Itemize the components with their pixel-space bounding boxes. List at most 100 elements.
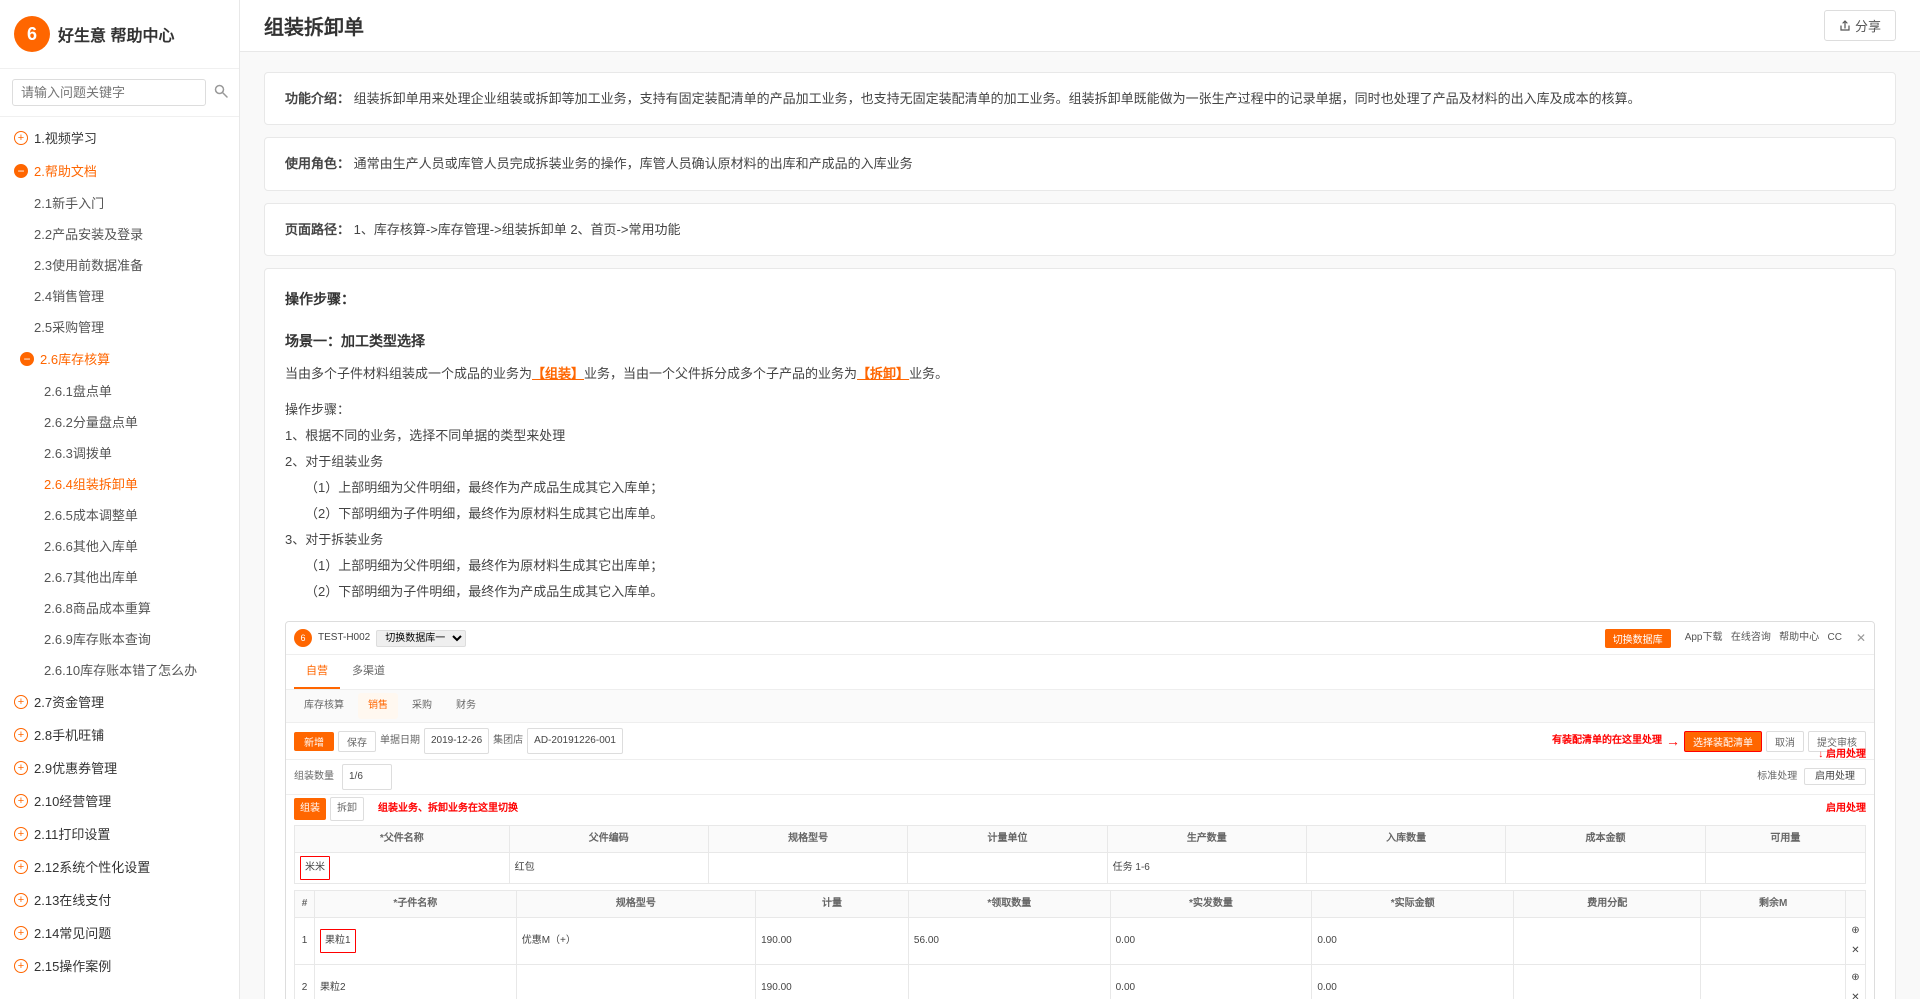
cell-take-2 [908, 965, 1110, 999]
top-bar: 组装拆卸单 分享 [240, 0, 1920, 52]
cell-actual-2: 0.00 [1110, 965, 1312, 999]
sidebar-item-2.6.2[interactable]: 2.6.2分量盘点单 [0, 406, 239, 437]
sidebar-item-cases[interactable]: + 2.15操作案例 [0, 949, 239, 982]
col-cost-dist: 费用分配 [1514, 891, 1701, 918]
screenshot-org-select[interactable]: 切换数据库一 [376, 630, 466, 647]
sidebar-item-faq[interactable]: + 2.14常见问题 [0, 916, 239, 949]
screenshot-sub-nav-purchase[interactable]: 采购 [402, 693, 442, 719]
sidebar-item-video[interactable]: + 1.视频学习 [0, 121, 239, 154]
role-label: 使用角色： [285, 156, 350, 171]
screenshot-btn-new[interactable]: 新增 [294, 732, 334, 751]
logo-area: 6 好生意 帮助中心 [0, 0, 239, 69]
sidebar-item-data[interactable]: 2.3使用前数据准备 [0, 249, 239, 280]
sidebar-item-system[interactable]: + 2.12系统个性化设置 [0, 850, 239, 883]
arrow-right-icon: → [1666, 727, 1680, 755]
close-icon[interactable]: ✕ [1856, 626, 1866, 650]
sidebar-item-inventory[interactable]: − 2.6库存核算 [0, 342, 239, 375]
sidebar-item-docs[interactable]: − 2.帮助文档 [0, 154, 239, 187]
screenshot-sub-nav-finance[interactable]: 财务 [446, 693, 486, 719]
screenshot-type-switches: 组装 拆卸 [294, 797, 364, 821]
sidebar-item-2.6.9[interactable]: 2.6.9库存账本查询 [0, 623, 239, 654]
screenshot-label-code: 集团店 [493, 731, 523, 751]
col-actual-amount: *实际金额 [1312, 891, 1514, 918]
screenshot-type-disassemble[interactable]: 拆卸 [330, 797, 364, 821]
steps-title: 操作步骤： [285, 285, 1875, 313]
screenshot-label-proc: 标准处理 [1757, 771, 1797, 782]
screenshot-sub-nav-inventory[interactable]: 库存核算 [294, 693, 354, 719]
col-in-qty: 入库数量 [1306, 826, 1505, 853]
step-1: 1、根据不同的业务，选择不同单据的类型来处理 [285, 423, 1875, 449]
annotation2-label: 组装业务、拆卸业务在这里切换 [378, 799, 518, 819]
screenshot-tab-multi[interactable]: 多渠道 [340, 655, 397, 689]
share-button[interactable]: 分享 [1824, 10, 1896, 41]
content-area: 功能介绍： 组装拆卸单用来处理企业组装或拆卸等加工业务，支持有固定装配清单的产品… [240, 52, 1920, 999]
sidebar-item-2.6.6[interactable]: 2.6.6其他入库单 [0, 530, 239, 561]
sidebar-item-2.6.8[interactable]: 2.6.8商品成本重算 [0, 592, 239, 623]
screenshot-btn-save[interactable]: 保存 [338, 731, 376, 752]
sidebar-item-coupon[interactable]: + 2.9优惠券管理 [0, 751, 239, 784]
sidebar-item-newbie[interactable]: 2.1新手入门 [0, 187, 239, 218]
screenshot-orange-btn[interactable]: 切换数据库 [1605, 629, 1671, 648]
expand-icon: + [14, 827, 28, 841]
cell-child-name-1: 果粒1 [315, 918, 517, 965]
sidebar-item-2.6.4[interactable]: 2.6.4组装拆卸单 [0, 468, 239, 499]
sidebar-item-2.6.5[interactable]: 2.6.5成本调整单 [0, 499, 239, 530]
screenshot-wrapper: 6 TEST-H002 切换数据库一 切换数据库 App下载 在线咨询 帮助中心… [285, 621, 1875, 999]
cell-unit-2: 190.00 [756, 965, 909, 999]
sidebar-item-purchase[interactable]: 2.5采购管理 [0, 311, 239, 342]
col-child-code: 规格型号 [516, 891, 755, 918]
step-2: 2、对于组装业务 [285, 449, 1875, 475]
cell-take-1: 56.00 [908, 918, 1110, 965]
sidebar-item-2.6.7[interactable]: 2.6.7其他出库单 [0, 561, 239, 592]
search-input[interactable] [12, 79, 206, 106]
screenshot-proc-value: 启用处理 [1804, 768, 1866, 785]
nav-section: + 1.视频学习 − 2.帮助文档 2.1新手入门 2.2产品安装及登录 2.3… [0, 117, 239, 986]
cell-parent-name: 米米 [295, 853, 510, 884]
search-button[interactable] [210, 80, 232, 105]
steps-label: 操作步骤： [285, 397, 1875, 423]
screenshot-tab-self[interactable]: 自营 [294, 655, 340, 689]
sidebar-item-print[interactable]: + 2.11打印设置 [0, 817, 239, 850]
sidebar-item-operation[interactable]: + 2.10经营管理 [0, 784, 239, 817]
cell-amount-1: 0.00 [1312, 918, 1514, 965]
sidebar: 6 好生意 帮助中心 + 1.视频学习 − 2.帮助文档 2.1新手入门 2.2… [0, 0, 240, 999]
sidebar-item-label: 2.7资金管理 [34, 692, 104, 711]
path-block: 页面路径： 1、库存核算->库存管理->组装拆卸单 2、首页->常用功能 [264, 203, 1896, 256]
col-cost: 成本金额 [1506, 826, 1705, 853]
sidebar-item-sales[interactable]: 2.4销售管理 [0, 280, 239, 311]
col-take-qty: *领取数量 [908, 891, 1110, 918]
cell-ops-1: ⊕ ✕ [1846, 918, 1866, 965]
role-text: 通常由生产人员或库管人员完成拆装业务的操作，库管人员确认原材料的出库和产成品的入… [354, 156, 913, 171]
screenshot-upper-table: *父件名称 父件编码 规格型号 计量单位 生产数量 入库数量 成本金额 可用量 [294, 825, 1866, 884]
screenshot-main-tabs: 自营 多渠道 [286, 655, 1874, 690]
sidebar-item-label: 2.6库存核算 [40, 349, 110, 368]
cell-unit-1: 190.00 [756, 918, 909, 965]
cell-parent-code: 红包 [509, 853, 708, 884]
sidebar-item-label: 2.9优惠券管理 [34, 758, 117, 777]
sidebar-item-finance[interactable]: + 2.7资金管理 [0, 685, 239, 718]
sidebar-item-2.6.3[interactable]: 2.6.3调拨单 [0, 437, 239, 468]
screenshot-label-qty: 组装数量 [294, 767, 334, 787]
screenshot-sub-nav-active[interactable]: 销售 [358, 693, 398, 719]
steps-detail: 操作步骤： 1、根据不同的业务，选择不同单据的类型来处理 2、对于组装业务 （1… [285, 397, 1875, 605]
screenshot-btn-bom[interactable]: 选择装配清单 [1684, 731, 1762, 752]
screenshot-btn-cancel[interactable]: 取消 [1766, 731, 1804, 752]
expand-icon: + [14, 761, 28, 775]
cell-spec-1: 优惠M（+） [516, 918, 755, 965]
col-check: # [295, 891, 315, 918]
sidebar-item-mobile[interactable]: + 2.8手机旺铺 [0, 718, 239, 751]
screenshot-form-row: 组装数量 1/6 标准处理 启用处理 ↓ 启用处理 [286, 760, 1874, 795]
sidebar-item-2.6.1[interactable]: 2.6.1盘点单 [0, 375, 239, 406]
sidebar-item-install[interactable]: 2.2产品安装及登录 [0, 218, 239, 249]
cell-row-num-2: 2 [295, 965, 315, 999]
sidebar-item-2.6.10[interactable]: 2.6.10库存账本错了怎么办 [0, 654, 239, 685]
expand-icon: + [14, 131, 28, 145]
sidebar-item-payment[interactable]: + 2.13在线支付 [0, 883, 239, 916]
search-area [0, 69, 239, 117]
expand-icon: + [14, 926, 28, 940]
cell-amount-2: 0.00 [1312, 965, 1514, 999]
step-3: 3、对于拆装业务 [285, 527, 1875, 553]
screenshot-type-assemble[interactable]: 组装 [294, 798, 326, 820]
col-ops [1846, 891, 1866, 918]
cell-in-qty [1306, 853, 1505, 884]
